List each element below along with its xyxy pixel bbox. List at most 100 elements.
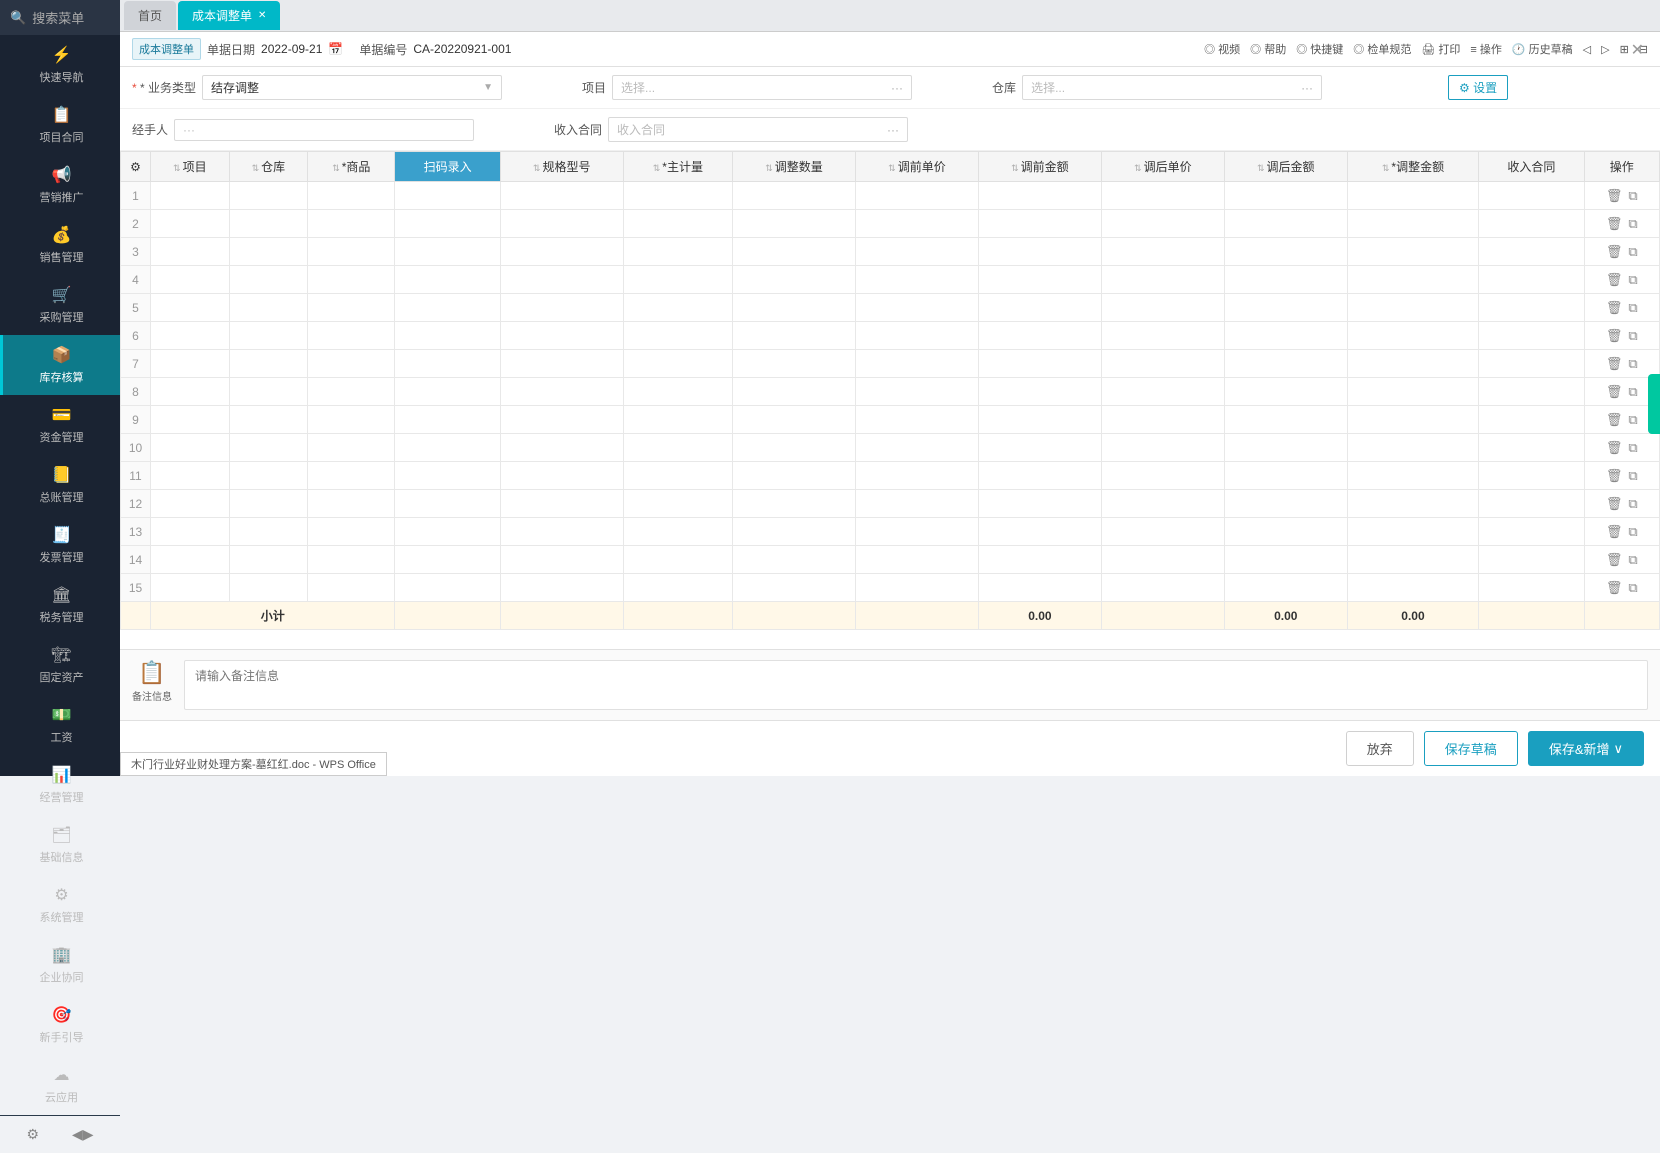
cell-after_amount[interactable] <box>1224 350 1347 378</box>
cell-spec[interactable] <box>500 294 623 322</box>
sidebar-item-tax[interactable]: 🏛税务管理 <box>0 575 120 635</box>
cell-income_contract[interactable] <box>1479 210 1584 238</box>
cell-scan_input[interactable] <box>395 546 500 574</box>
cell-spec[interactable] <box>500 574 623 602</box>
cell-after_amount[interactable] <box>1224 238 1347 266</box>
cell-adjust_qty[interactable] <box>733 210 856 238</box>
cell-spec[interactable] <box>500 434 623 462</box>
cell-before_unit_price[interactable] <box>855 350 978 378</box>
cell-scan_input[interactable] <box>395 406 500 434</box>
cell-before_amount[interactable] <box>978 294 1101 322</box>
cell-income_contract[interactable] <box>1479 322 1584 350</box>
sidebar-item-operation[interactable]: 📊经营管理 <box>0 755 120 815</box>
copy-icon[interactable]: ⧉ <box>1628 328 1637 344</box>
th-project[interactable]: ⇅项目 <box>151 152 230 182</box>
sidebar-item-cloud[interactable]: ☁云应用 <box>0 1055 120 1115</box>
cell-adjust_qty[interactable] <box>733 462 856 490</box>
toolbar-item[interactable]: ≡ 操作 <box>1470 41 1501 57</box>
note-icon-area[interactable]: 📋 备注信息 <box>132 660 172 703</box>
th-before_unit_price[interactable]: ⇅调前单价 <box>855 152 978 182</box>
cell-adjust_amount[interactable] <box>1347 434 1479 462</box>
copy-icon[interactable]: ⧉ <box>1628 412 1637 428</box>
cell-adjust_qty[interactable] <box>733 294 856 322</box>
cell-scan_input[interactable] <box>395 434 500 462</box>
cell-scan_input[interactable] <box>395 266 500 294</box>
copy-icon[interactable]: ⧉ <box>1628 272 1637 288</box>
cell-scan_input[interactable] <box>395 294 500 322</box>
cell-adjust_amount[interactable] <box>1347 322 1479 350</box>
cell-income_contract[interactable] <box>1479 434 1584 462</box>
copy-icon[interactable]: ⧉ <box>1628 468 1637 484</box>
cell-before_amount[interactable] <box>978 546 1101 574</box>
th-scan_input[interactable]: 扫码录入 <box>395 152 500 182</box>
copy-icon[interactable]: ⧉ <box>1628 244 1637 260</box>
cell-warehouse[interactable] <box>229 210 308 238</box>
cell-warehouse[interactable] <box>229 322 308 350</box>
cell-unit[interactable] <box>623 406 732 434</box>
cell-after_unit_price[interactable] <box>1101 210 1224 238</box>
toolbar-item[interactable]: ◎ 快捷键 <box>1296 41 1343 57</box>
toolbar-item[interactable]: 🖨 打印 <box>1421 41 1460 57</box>
cell-adjust_amount[interactable] <box>1347 210 1479 238</box>
cell-spec[interactable] <box>500 182 623 210</box>
delete-icon[interactable]: 🗑 <box>1606 384 1623 400</box>
th-spec[interactable]: ⇅规格型号 <box>500 152 623 182</box>
cell-warehouse[interactable] <box>229 462 308 490</box>
cell-income_contract[interactable] <box>1479 294 1584 322</box>
cell-scan_input[interactable] <box>395 322 500 350</box>
sidebar-item-ledger[interactable]: 📒总账管理 <box>0 455 120 515</box>
cell-after_unit_price[interactable] <box>1101 294 1224 322</box>
cell-warehouse[interactable] <box>229 238 308 266</box>
cell-unit[interactable] <box>623 294 732 322</box>
cell-after_amount[interactable] <box>1224 462 1347 490</box>
cell-adjust_amount[interactable] <box>1347 182 1479 210</box>
th-adjust_amount[interactable]: ⇅*调整金额 <box>1347 152 1479 182</box>
cell-after_unit_price[interactable] <box>1101 462 1224 490</box>
cell-before_unit_price[interactable] <box>855 294 978 322</box>
copy-icon[interactable]: ⧉ <box>1628 188 1637 204</box>
cell-spec[interactable] <box>500 266 623 294</box>
cell-warehouse[interactable] <box>229 294 308 322</box>
cell-before_amount[interactable] <box>978 182 1101 210</box>
delete-icon[interactable]: 🗑 <box>1606 440 1623 456</box>
cell-after_unit_price[interactable] <box>1101 238 1224 266</box>
cell-before_amount[interactable] <box>978 574 1101 602</box>
cell-after_unit_price[interactable] <box>1101 266 1224 294</box>
cell-scan_input[interactable] <box>395 350 500 378</box>
wps-taskbar[interactable]: 木门行业好业财处理方案-墓红红.doc - WPS Office <box>120 752 387 776</box>
sidebar-item-purchase-mgmt[interactable]: 🛒采购管理 <box>0 275 120 335</box>
cell-before_unit_price[interactable] <box>855 434 978 462</box>
cell-after_unit_price[interactable] <box>1101 322 1224 350</box>
cell-adjust_qty[interactable] <box>733 182 856 210</box>
cell-adjust_amount[interactable] <box>1347 574 1479 602</box>
settings-icon[interactable]: ⚙ <box>26 1126 39 1143</box>
toggle-icon[interactable]: ◀▶ <box>72 1126 94 1143</box>
cell-before_amount[interactable] <box>978 462 1101 490</box>
cell-unit[interactable] <box>623 546 732 574</box>
cell-product[interactable] <box>308 294 395 322</box>
cell-before_amount[interactable] <box>978 434 1101 462</box>
cell-scan_input[interactable] <box>395 518 500 546</box>
cell-spec[interactable] <box>500 350 623 378</box>
cell-spec[interactable] <box>500 546 623 574</box>
cell-product[interactable] <box>308 518 395 546</box>
cell-before_amount[interactable] <box>978 322 1101 350</box>
cell-warehouse[interactable] <box>229 182 308 210</box>
cell-warehouse[interactable] <box>229 546 308 574</box>
delete-icon[interactable]: 🗑 <box>1606 524 1623 540</box>
cell-income_contract[interactable] <box>1479 350 1584 378</box>
cell-before_amount[interactable] <box>978 350 1101 378</box>
cell-scan_input[interactable] <box>395 574 500 602</box>
toolbar-item[interactable]: ⊞ <box>1620 43 1629 56</box>
cell-after_amount[interactable] <box>1224 546 1347 574</box>
cell-warehouse[interactable] <box>229 406 308 434</box>
cell-after_unit_price[interactable] <box>1101 350 1224 378</box>
cell-income_contract[interactable] <box>1479 546 1584 574</box>
cell-project[interactable] <box>151 546 230 574</box>
cell-adjust_qty[interactable] <box>733 518 856 546</box>
cell-income_contract[interactable] <box>1479 238 1584 266</box>
th-after_unit_price[interactable]: ⇅调后单价 <box>1101 152 1224 182</box>
note-textarea[interactable] <box>184 660 1648 710</box>
cell-product[interactable] <box>308 182 395 210</box>
cell-before_unit_price[interactable] <box>855 210 978 238</box>
